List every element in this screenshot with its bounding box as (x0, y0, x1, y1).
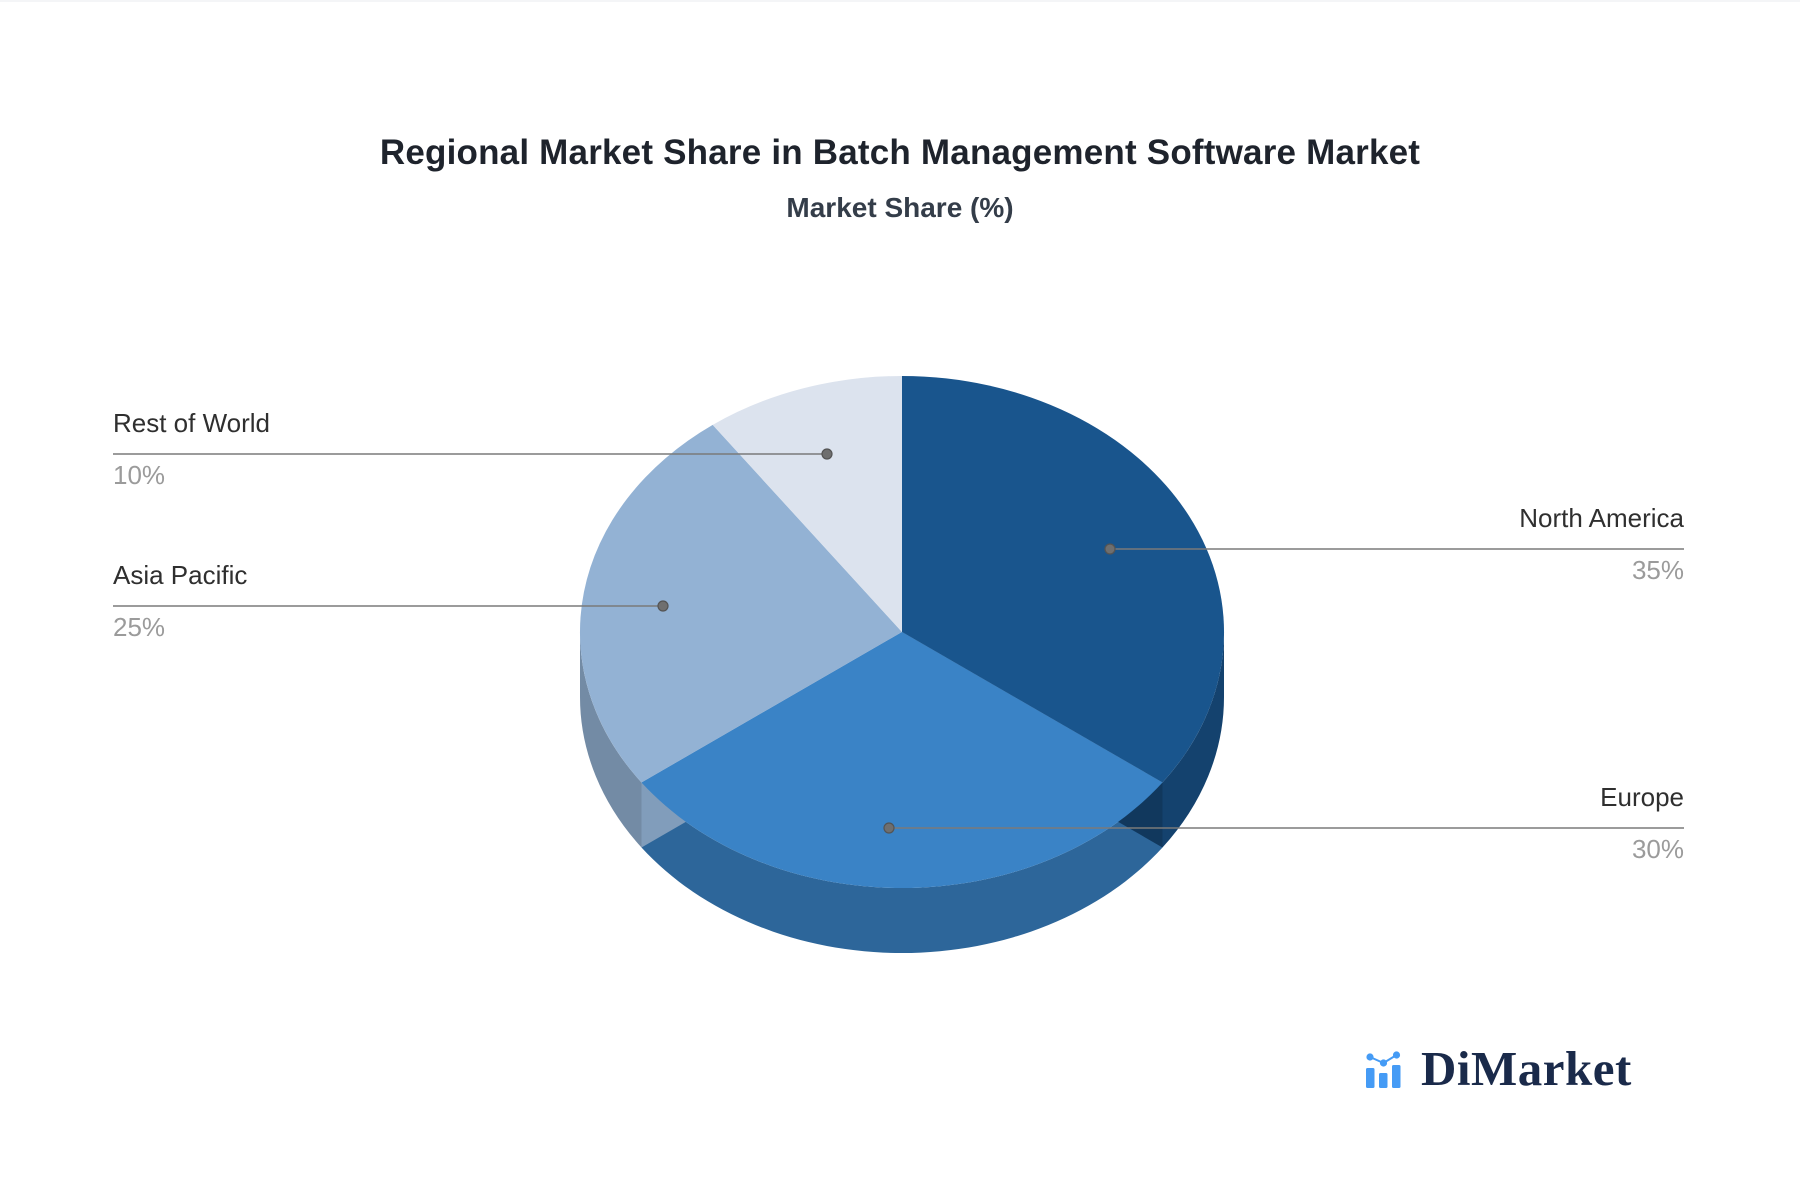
callout-label-asia-pacific: Asia Pacific (113, 560, 248, 590)
logo: DiMarket (1364, 1041, 1632, 1096)
callout-dot-rest-of-world (821, 448, 833, 460)
callout-value-europe: 30% (1631, 834, 1684, 864)
callout-value-rest-of-world: 10% (113, 460, 166, 490)
callout-dot-asia-pacific (657, 600, 669, 612)
pie-chart (113, 376, 1684, 954)
callout-dot-north-america (1104, 543, 1116, 555)
callout-label-north-america: North America (1519, 503, 1684, 533)
bar-line-chart-icon (1366, 1051, 1401, 1088)
callout-label-rest-of-world: Rest of World (113, 408, 271, 438)
callout-dot-europe (883, 822, 895, 834)
logo-text: DiMarket (1421, 1041, 1632, 1096)
callout-value-north-america: 35% (1631, 555, 1684, 585)
chart-page: Regional Market Share in Batch Managemen… (0, 0, 1800, 1196)
callout-label-europe: Europe (1600, 782, 1684, 812)
callout-value-asia-pacific: 25% (113, 612, 166, 642)
